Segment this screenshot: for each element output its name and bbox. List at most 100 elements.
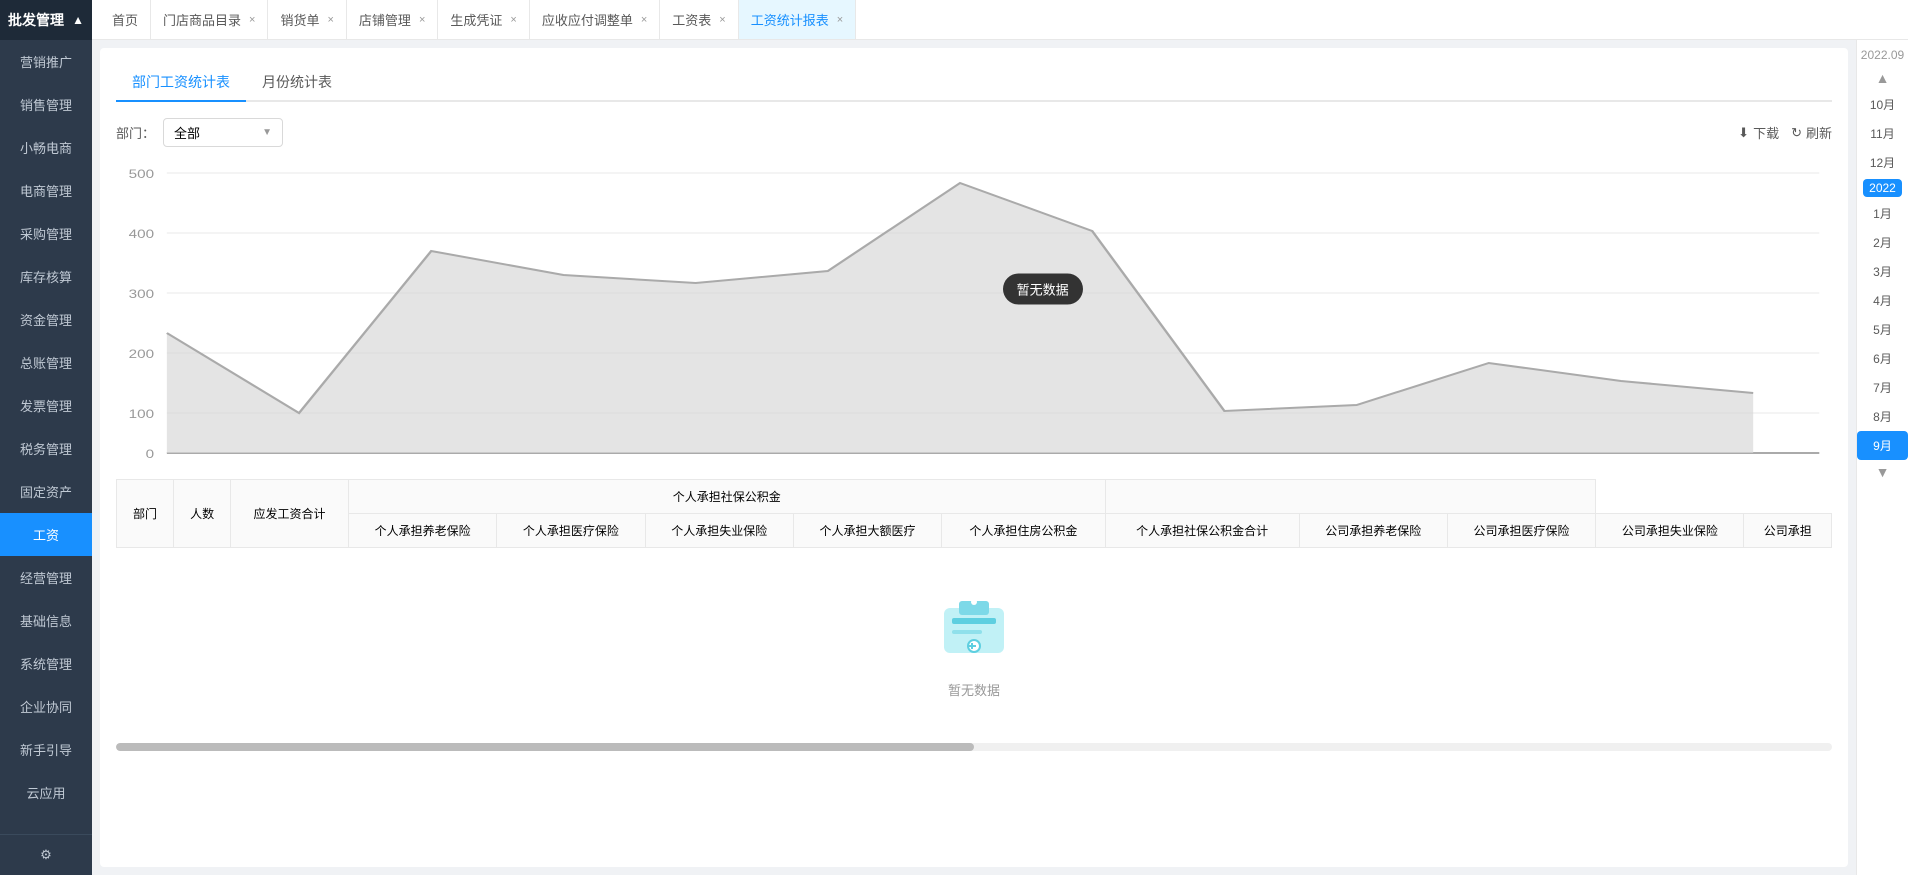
dept-label: 部门： [116,123,155,142]
sidebar-item-ledger[interactable]: 总账管理 [0,341,92,384]
tab-close-payroll[interactable]: × [719,14,725,26]
sidebar-item-tax[interactable]: 税务管理 [0,427,92,470]
col-personal-housing: 个人承担住房公积金 [942,514,1106,548]
sidebar-item-system[interactable]: 系统管理 [0,642,92,685]
download-button[interactable]: ⬇ 下载 [1738,123,1779,142]
sidebar-item-ecommerce-small[interactable]: 小畅电商 [0,126,92,169]
tab-month-stats[interactable]: 月份统计表 [246,64,348,102]
svg-text:500: 500 [129,168,155,181]
sidebar: 批发管理 ▲ 营销推广销售管理小畅电商电商管理采购管理库存核算资金管理总账管理发… [0,0,92,875]
date-month-6[interactable]: 6月 [1857,344,1908,373]
sidebar-item-sales[interactable]: 销售管理 [0,83,92,126]
date-month-4[interactable]: 4月 [1857,286,1908,315]
sidebar-item-inventory[interactable]: 库存核算 [0,255,92,298]
scroll-bar[interactable] [116,743,1832,751]
tab-store[interactable]: 店铺管理× [347,0,438,40]
data-table: 部门 人数 应发工资合计 个人承担社保公积金 个人承担养老保险 个人承担医疗保险… [116,479,1832,548]
dept-select-value: 全部 [174,123,200,142]
date-month-5[interactable]: 5月 [1857,315,1908,344]
col-company-insurance-group [1105,480,1596,514]
sidebar-settings-button[interactable]: ⚙ [0,834,92,875]
empty-state: 暂无数据 [116,548,1832,739]
date-year-badge[interactable]: 2022 [1863,179,1902,197]
tab-product[interactable]: 门店商品目录× [151,0,268,40]
sidebar-item-cloud[interactable]: 云应用 [0,771,92,814]
date-month-2[interactable]: 2月 [1857,228,1908,257]
date-month-10[interactable]: 10月 [1857,90,1908,119]
download-label: 下载 [1753,123,1779,142]
sidebar-header[interactable]: 批发管理 ▲ [0,0,92,40]
tab-close-payroll-report[interactable]: × [837,14,843,26]
date-month-11[interactable]: 11月 [1857,119,1908,148]
download-icon: ⬇ [1738,125,1749,141]
tab-dept-stats[interactable]: 部门工资统计表 [116,64,246,102]
sidebar-item-invoice[interactable]: 发票管理 [0,384,92,427]
tab-close-sales-order[interactable]: × [327,14,333,26]
col-company-other: 公司承担 [1744,514,1832,548]
date-year-label[interactable]: 2022.09 [1859,44,1906,66]
main-area: 首页门店商品目录×销货单×店铺管理×生成凭证×应收应付调整单×工资表×工资统计报… [92,0,1908,875]
tab-close-production[interactable]: × [510,14,516,26]
sidebar-title: 批发管理 [8,10,64,30]
sidebar-item-assets[interactable]: 固定资产 [0,470,92,513]
sub-tabs: 部门工资统计表 月份统计表 [116,64,1832,102]
chart-container: 500 400 300 200 100 0 [116,163,1832,463]
toolbar-left: 部门： 全部 ▼ [116,118,283,147]
empty-icon [934,588,1014,668]
col-personal-unemployment: 个人承担失业保险 [645,514,793,548]
sidebar-item-ecommerce[interactable]: 电商管理 [0,169,92,212]
chevron-down-icon: ▼ [262,127,272,138]
tab-production[interactable]: 生成凭证× [438,0,529,40]
tab-payable[interactable]: 应收应付调整单× [530,0,660,40]
sidebar-item-operations[interactable]: 经营管理 [0,556,92,599]
scroll-bar-thumb[interactable] [116,743,974,751]
sidebar-item-salary[interactable]: 工资 [0,513,92,556]
tab-close-product[interactable]: × [249,14,255,26]
col-total-salary: 应发工资合计 [231,480,349,548]
date-up-button[interactable]: ▲ [1871,66,1895,90]
svg-text:0: 0 [146,448,155,461]
sidebar-item-guide[interactable]: 新手引导 [0,728,92,771]
tab-close-store[interactable]: × [419,14,425,26]
refresh-button[interactable]: ↻ 刷新 [1791,123,1832,142]
toolbar: 部门： 全部 ▼ ⬇ 下载 ↻ 刷新 [116,118,1832,147]
toolbar-right: ⬇ 下载 ↻ 刷新 [1738,123,1832,142]
col-personal-insurance-group: 个人承担社保公积金 [348,480,1105,514]
col-personal-major-medical: 个人承担大额医疗 [793,514,941,548]
sidebar-item-capital[interactable]: 资金管理 [0,298,92,341]
date-month-8[interactable]: 8月 [1857,402,1908,431]
date-month-1[interactable]: 1月 [1857,199,1908,228]
col-count: 人数 [174,480,231,548]
sidebar-item-enterprise[interactable]: 企业协同 [0,685,92,728]
date-month-3[interactable]: 3月 [1857,257,1908,286]
refresh-label: 刷新 [1806,123,1832,142]
date-panel: 2022.09 ▲ 10月 11月 12月 2022 1月 2月 3月 4月 5… [1856,40,1908,875]
svg-text:400: 400 [129,228,155,241]
content-area: 部门工资统计表 月份统计表 部门： 全部 ▼ ⬇ 下载 [100,48,1848,867]
date-down-button[interactable]: ▼ [1871,460,1895,484]
svg-text:100: 100 [129,408,155,421]
tab-close-payable[interactable]: × [641,14,647,26]
tab-payroll-report[interactable]: 工资统计报表× [739,0,856,40]
tab-sales-order[interactable]: 销货单× [268,0,346,40]
sidebar-collapse-icon[interactable]: ▲ [72,13,84,27]
col-personal-pension: 个人承担养老保险 [348,514,496,548]
col-personal-medical: 个人承担医疗保险 [497,514,645,548]
col-company-unemployment: 公司承担失业保险 [1596,514,1744,548]
sidebar-item-marketing[interactable]: 营销推广 [0,40,92,83]
refresh-icon: ↻ [1791,125,1802,141]
sidebar-item-basic[interactable]: 基础信息 [0,599,92,642]
empty-text: 暂无数据 [948,680,1000,699]
col-company-pension: 公司承担养老保险 [1299,514,1447,548]
svg-text:200: 200 [129,348,155,361]
col-company-medical: 公司承担医疗保险 [1447,514,1595,548]
chart-svg: 500 400 300 200 100 0 [116,163,1832,463]
col-personal-total: 个人承担社保公积金合计 [1105,514,1299,548]
date-month-7[interactable]: 7月 [1857,373,1908,402]
dept-select[interactable]: 全部 ▼ [163,118,283,147]
sidebar-item-purchase[interactable]: 采购管理 [0,212,92,255]
tab-home[interactable]: 首页 [100,0,151,40]
date-month-12[interactable]: 12月 [1857,148,1908,177]
date-month-9[interactable]: 9月 [1857,431,1908,460]
tab-payroll[interactable]: 工资表× [660,0,738,40]
